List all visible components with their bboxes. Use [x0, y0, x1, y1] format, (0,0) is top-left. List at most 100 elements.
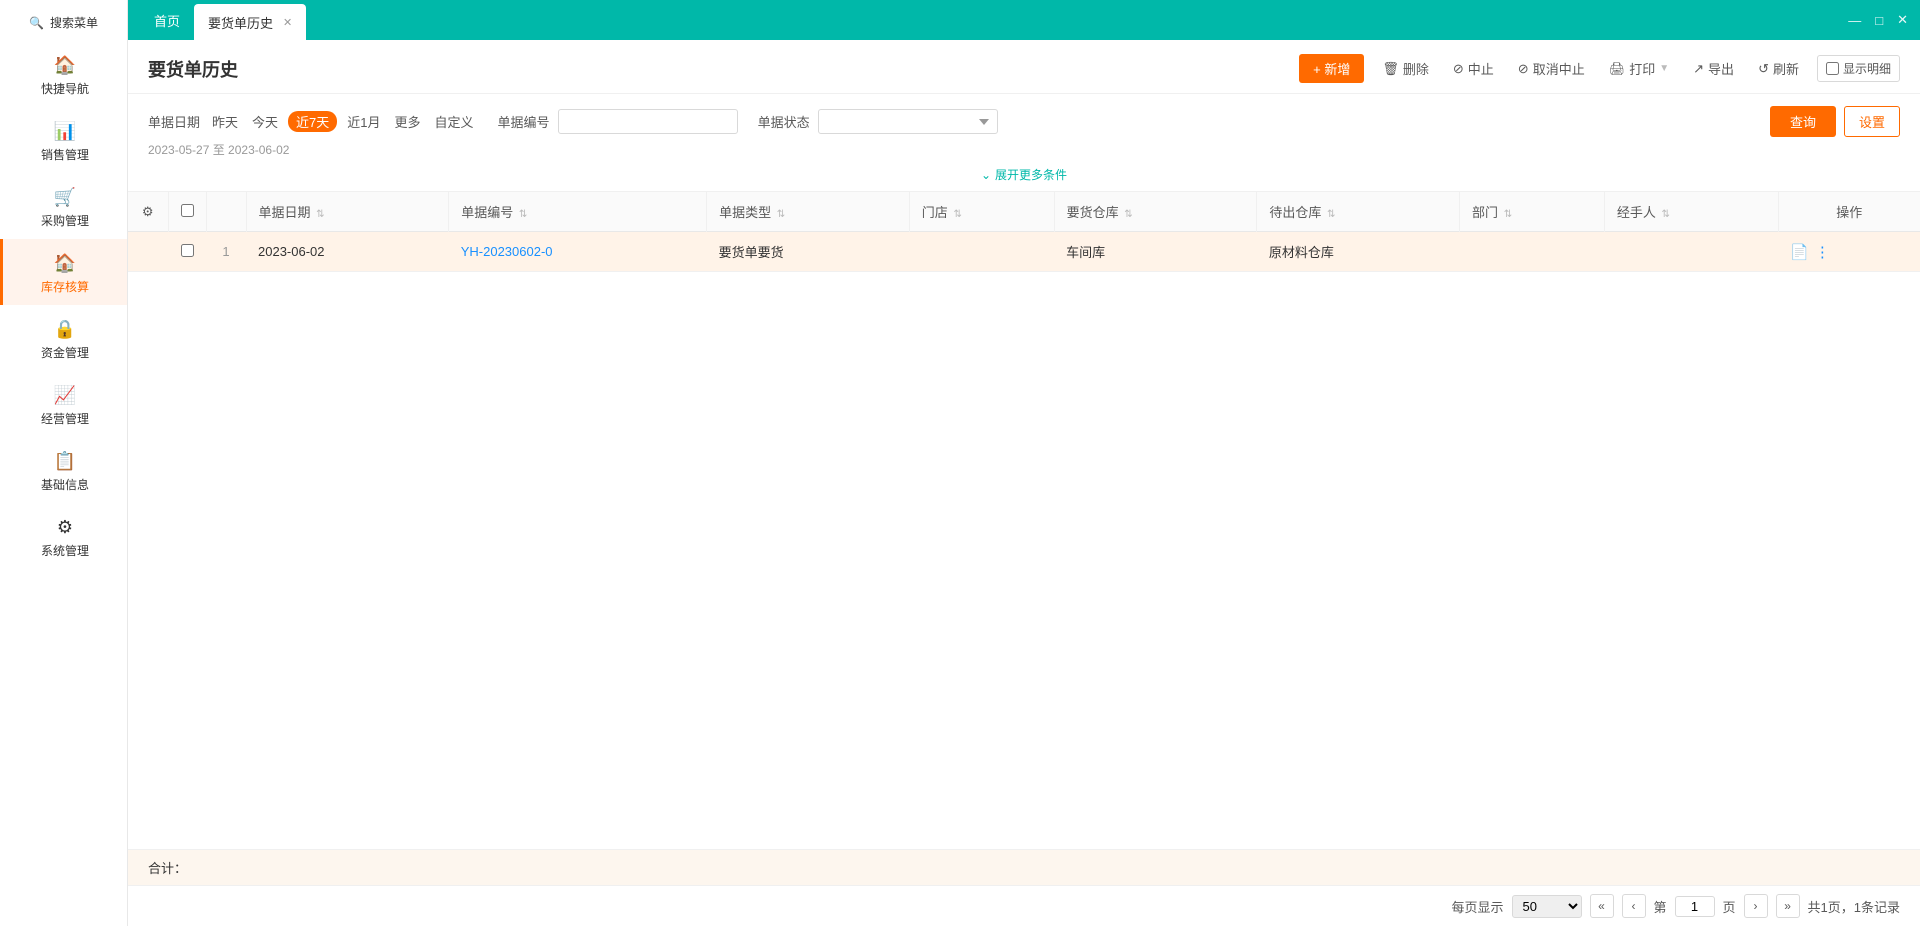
col-action: 操作: [1778, 192, 1920, 232]
query-button[interactable]: 查询: [1770, 106, 1836, 137]
expand-more-button[interactable]: ⌄ 展开更多条件: [148, 166, 1900, 183]
col-req-warehouse[interactable]: 要货仓库 ⇅: [1054, 192, 1257, 232]
date-more[interactable]: 更多: [391, 111, 425, 132]
tab-requisition-history[interactable]: 要货单历史 ✕: [194, 4, 306, 40]
store-sort-icon: ⇅: [953, 209, 961, 220]
sidebar-inventory-label: 库存核算: [41, 278, 89, 295]
tab-close-icon[interactable]: ✕: [283, 16, 292, 29]
print-icon: 🖨: [1609, 61, 1626, 77]
top-bar: 首页 要货单历史 ✕ — □ ✕: [128, 0, 1920, 40]
sidebar-item-system[interactable]: ⚙ 系统管理: [0, 503, 127, 569]
next-page-button[interactable]: ›: [1744, 894, 1768, 918]
prev-page-button[interactable]: ‹: [1622, 894, 1646, 918]
stop-button[interactable]: ⊘ 中止: [1447, 55, 1500, 82]
display-detail-button[interactable]: 显示明细: [1817, 55, 1900, 82]
bill-no-input[interactable]: [558, 109, 738, 134]
stop-label: 中止: [1468, 59, 1494, 78]
window-close-icon[interactable]: ✕: [1897, 12, 1908, 28]
tab-home[interactable]: 首页: [140, 0, 194, 40]
bill-status-select[interactable]: [818, 109, 998, 134]
last-page-button[interactable]: »: [1776, 894, 1800, 918]
date-today[interactable]: 今天: [248, 111, 282, 132]
pending-warehouse-sort-icon: ⇅: [1327, 209, 1335, 220]
window-maximize-icon[interactable]: □: [1875, 13, 1883, 28]
row-num: 1: [206, 232, 246, 272]
sidebar-item-search-menu[interactable]: 🔍 搜索菜单: [0, 0, 127, 41]
cancel-stop-button[interactable]: ⊘ 取消中止: [1512, 55, 1591, 82]
col-bill-type[interactable]: 单据类型 ⇅: [707, 192, 910, 232]
col-bill-no[interactable]: 单据编号 ⇅: [449, 192, 707, 232]
sidebar-item-purchase[interactable]: 🛒 采购管理: [0, 173, 127, 239]
col-handler[interactable]: 经手人 ⇅: [1604, 192, 1778, 232]
filter-group-date: 单据日期 昨天 今天 近7天 近1月 更多 自定义: [148, 111, 478, 132]
total-info: 共1页，1条记录: [1808, 897, 1900, 916]
print-label: 打印: [1629, 59, 1655, 78]
delete-button[interactable]: 🗑 删除: [1376, 55, 1435, 82]
bill-no-sort-icon: ⇅: [519, 209, 527, 220]
refresh-icon: ↺: [1758, 61, 1769, 77]
select-all-checkbox[interactable]: [181, 204, 194, 217]
window-minimize-icon[interactable]: —: [1848, 13, 1861, 28]
row-bill-no-link[interactable]: YH-20230602-0: [461, 244, 553, 259]
new-button[interactable]: + 新增: [1299, 54, 1364, 83]
home-icon: 🏠: [54, 55, 76, 76]
sidebar-item-sales[interactable]: 📊 销售管理: [0, 107, 127, 173]
display-detail-label: 显示明细: [1843, 60, 1891, 77]
settings-button[interactable]: 设置: [1844, 106, 1900, 137]
date-range-display: 2023-05-27 至 2023-06-02: [148, 143, 289, 157]
col-store[interactable]: 门店 ⇅: [909, 192, 1054, 232]
purchase-icon: 🛒: [54, 187, 76, 208]
row-view-icon[interactable]: 📄: [1790, 243, 1809, 261]
date-1month[interactable]: 近1月: [343, 111, 384, 132]
bill-no-label: 单据编号: [498, 112, 550, 131]
table-area: ⚙ 单据日期 ⇅ 单据编号 ⇅: [128, 192, 1920, 849]
first-page-button[interactable]: «: [1590, 894, 1614, 918]
sidebar-item-quick-nav[interactable]: 🏠 快捷导航: [0, 41, 127, 107]
sidebar-item-operations[interactable]: 📈 经营管理: [0, 371, 127, 437]
stop-icon: ⊘: [1453, 61, 1464, 77]
date-custom[interactable]: 自定义: [431, 111, 478, 132]
per-page-select[interactable]: 50 10 20 100: [1512, 895, 1582, 918]
sidebar-item-basic-info[interactable]: 📋 基础信息: [0, 437, 127, 503]
row-checkbox-cell: [168, 232, 206, 272]
row-checkbox[interactable]: [181, 244, 194, 257]
date-yesterday[interactable]: 昨天: [208, 111, 242, 132]
bill-status-label: 单据状态: [758, 112, 810, 131]
filter-group-status: 单据状态: [758, 109, 998, 134]
sidebar-item-finance[interactable]: 🔒 资金管理: [0, 305, 127, 371]
current-page-input[interactable]: [1675, 896, 1715, 917]
data-table: ⚙ 单据日期 ⇅ 单据编号 ⇅: [128, 192, 1920, 272]
date-7days[interactable]: 近7天: [288, 111, 337, 132]
filter-row-1: 单据日期 昨天 今天 近7天 近1月 更多 自定义 单据编号 单据状态: [148, 106, 1900, 137]
col-pending-warehouse[interactable]: 待出仓库 ⇅: [1257, 192, 1460, 232]
req-warehouse-sort-icon: ⇅: [1124, 209, 1132, 220]
sidebar-search-label: 搜索菜单: [50, 14, 98, 31]
refresh-label: 刷新: [1773, 59, 1799, 78]
sidebar-quick-nav-label: 快捷导航: [41, 80, 89, 97]
per-page-label: 每页显示: [1451, 897, 1503, 916]
col-checkbox: [168, 192, 206, 232]
row-action-cell: 📄 ⋮: [1778, 232, 1920, 272]
col-settings[interactable]: ⚙: [128, 192, 168, 232]
expand-icon: ⌄: [981, 168, 991, 182]
operations-icon: 📈: [54, 385, 76, 406]
toolbar: + 新增 🗑 删除 ⊘ 中止 ⊘ 取消中止 🖨 打印 ▼: [1299, 54, 1900, 83]
sidebar-item-inventory[interactable]: 🏠 库存核算: [0, 239, 127, 305]
sales-icon: 📊: [54, 121, 76, 142]
row-bill-no: YH-20230602-0: [449, 232, 707, 272]
row-more-icon[interactable]: ⋮: [1815, 243, 1830, 261]
display-detail-checkbox[interactable]: [1826, 62, 1839, 75]
row-settings-cell: [128, 232, 168, 272]
refresh-button[interactable]: ↺ 刷新: [1752, 55, 1805, 82]
page-label2: 页: [1723, 897, 1736, 916]
col-date[interactable]: 单据日期 ⇅: [246, 192, 449, 232]
sidebar-system-label: 系统管理: [41, 542, 89, 559]
col-dept[interactable]: 部门 ⇅: [1460, 192, 1605, 232]
table-settings-icon[interactable]: ⚙: [142, 204, 154, 219]
bill-type-sort-icon: ⇅: [777, 209, 785, 220]
export-button[interactable]: ↗ 导出: [1687, 55, 1740, 82]
cancel-stop-icon: ⊘: [1518, 61, 1529, 77]
row-date: 2023-06-02: [246, 232, 449, 272]
main-area: 首页 要货单历史 ✕ — □ ✕ 要货单历史 + 新增 🗑 删除 ⊘ 中: [128, 0, 1920, 926]
print-button[interactable]: 🖨 打印 ▼: [1603, 55, 1675, 82]
